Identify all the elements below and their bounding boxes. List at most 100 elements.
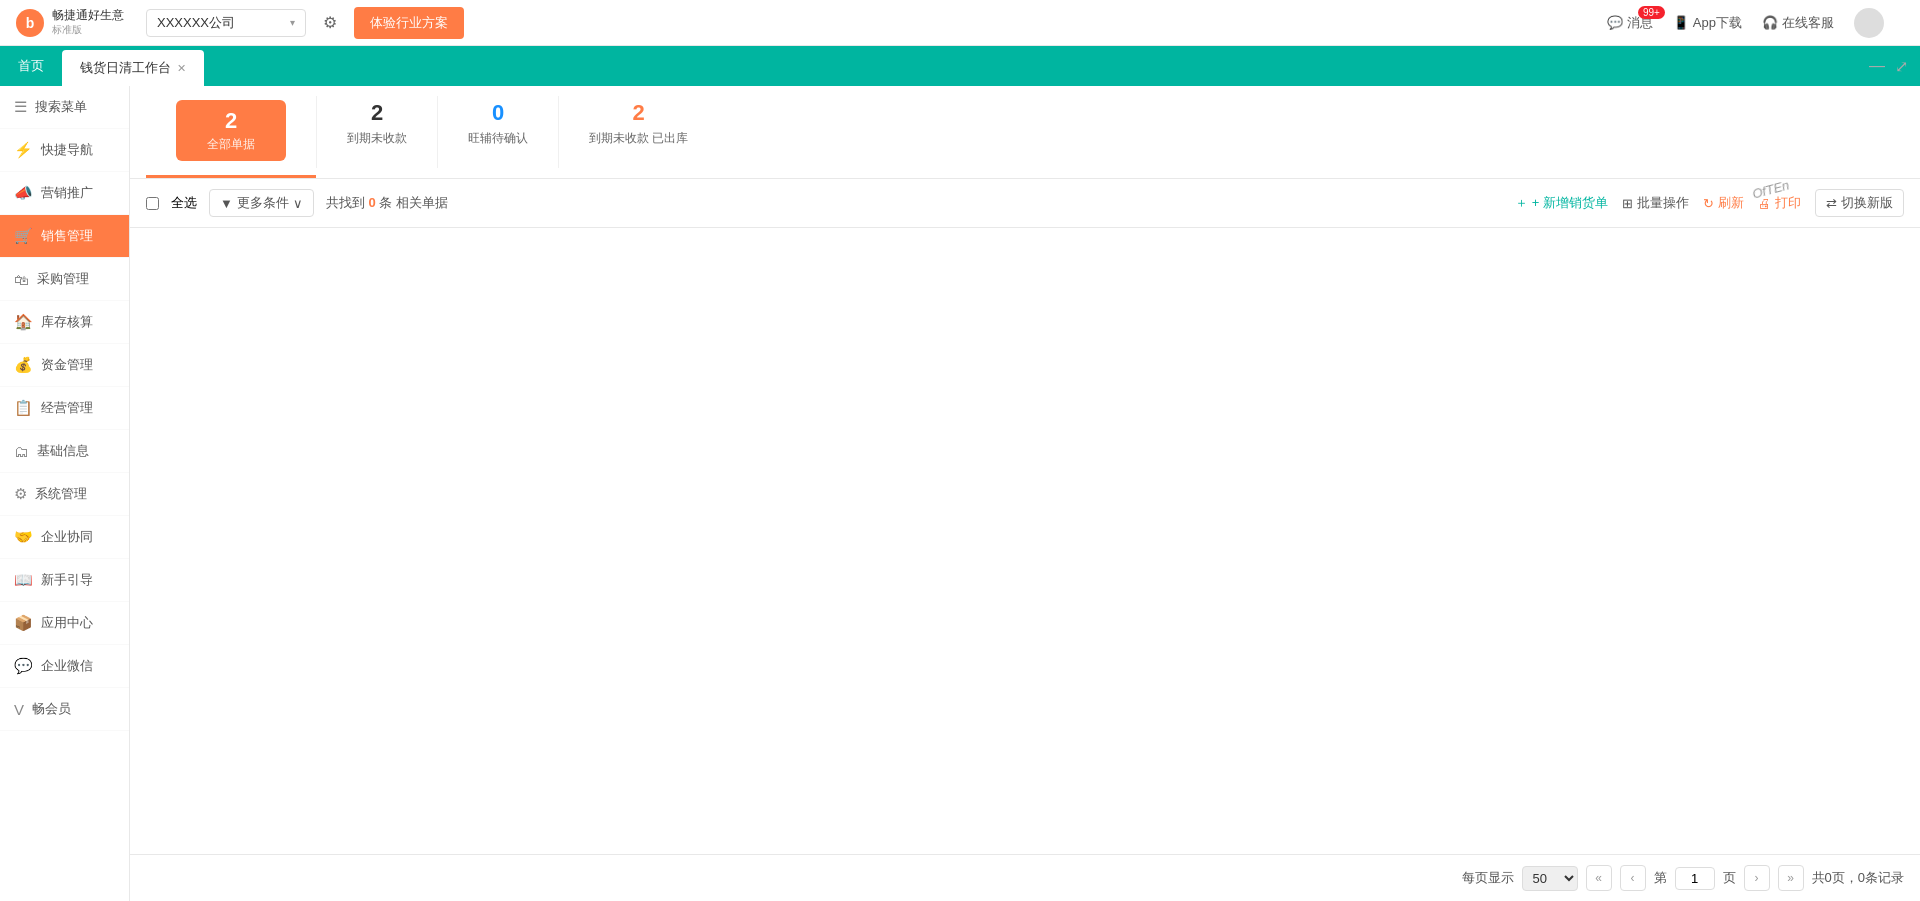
message-item[interactable]: 💬 消息 99+: [1607, 14, 1653, 32]
main-layout: ☰ 搜索菜单 ⚡ 快捷导航 📣 营销推广 🛒 销售管理 🛍 采购管理 🏠 库存核…: [0, 86, 1920, 901]
workspace-tab-label: 钱货日清工作台: [80, 59, 171, 77]
page-number-input[interactable]: [1675, 867, 1715, 890]
online-service-item[interactable]: 🎧 在线客服: [1762, 14, 1834, 32]
sidebar-guide-label: 新手引导: [41, 571, 93, 589]
company-selector[interactable]: XXXXXX公司 ▾: [146, 9, 306, 37]
stat-wangpu-num: 0: [492, 100, 504, 126]
page-last-button[interactable]: »: [1778, 865, 1804, 891]
batch-icon: ⊞: [1622, 196, 1633, 211]
refresh-button[interactable]: ↻ 刷新: [1703, 194, 1744, 212]
stat-overdue-shipped[interactable]: 2 到期未收款 已出库: [559, 86, 718, 178]
refresh-label: 刷新: [1718, 194, 1744, 212]
found-prefix: 共找到: [326, 195, 365, 210]
trial-button[interactable]: 体验行业方案: [354, 7, 464, 39]
filter-label: 更多条件: [237, 194, 289, 212]
app-download-label: App下载: [1693, 14, 1742, 32]
print-label: 打印: [1775, 194, 1801, 212]
found-count: 0: [369, 195, 376, 210]
toolbar: 全选 ▼ 更多条件 ∨ 共找到 0 条 相关单据 ＋ + 新增销货单 ⊞ 批量操…: [130, 179, 1920, 228]
sidebar-basic-info-label: 基础信息: [37, 442, 89, 460]
company-name: XXXXXX公司: [157, 14, 235, 32]
gear-icon: ⚙: [323, 13, 337, 32]
sidebar: ☰ 搜索菜单 ⚡ 快捷导航 📣 营销推广 🛒 销售管理 🛍 采购管理 🏠 库存核…: [0, 86, 130, 901]
sidebar-inventory-label: 库存核算: [41, 313, 93, 331]
stat-all-label: 全部单据: [207, 136, 255, 153]
stat-all-orders[interactable]: 2 全部单据: [146, 86, 316, 178]
add-order-button[interactable]: ＋ + 新增销货单: [1515, 194, 1608, 212]
page-label: 第: [1654, 869, 1667, 887]
per-page-select[interactable]: 50 100 200: [1522, 866, 1578, 891]
select-all-label: 全选: [171, 194, 197, 212]
sales-icon: 🛒: [14, 227, 33, 245]
sidebar-item-wechat[interactable]: 💬 企业微信: [0, 645, 129, 688]
tab-close-icon[interactable]: ✕: [177, 62, 186, 75]
add-label: + 新增销货单: [1532, 194, 1608, 212]
add-icon: ＋: [1515, 194, 1528, 212]
found-text: 共找到 0 条 相关单据: [326, 194, 448, 212]
toolbar-right: ＋ + 新增销货单 ⊞ 批量操作 ↻ 刷新 🖨 打印 ⇄ 切换新版: [1515, 189, 1904, 217]
app-version: 标准版: [52, 23, 124, 37]
sidebar-member-label: 畅会员: [32, 700, 71, 718]
filter-button[interactable]: ▼ 更多条件 ∨: [209, 189, 314, 217]
top-bar: b 畅捷通好生意 标准版 XXXXXX公司 ▾ ⚙ 体验行业方案 💬 消息 99…: [0, 0, 1920, 46]
app-logo-icon: b: [16, 9, 44, 37]
sidebar-shortcut-label: 快捷导航: [41, 141, 93, 159]
window-maximize-icon[interactable]: ⤢: [1895, 57, 1908, 76]
stat-overdue-num: 2: [371, 100, 383, 126]
shortcut-icon: ⚡: [14, 141, 33, 159]
batch-button[interactable]: ⊞ 批量操作: [1622, 194, 1689, 212]
tab-workspace[interactable]: 钱货日清工作台 ✕: [62, 50, 204, 86]
sidebar-operations-label: 经营管理: [41, 399, 93, 417]
sidebar-item-system[interactable]: ⚙ 系统管理: [0, 473, 129, 516]
sidebar-purchase-label: 采购管理: [37, 270, 89, 288]
sidebar-item-marketing[interactable]: 📣 营销推广: [0, 172, 129, 215]
service-icon: 🎧: [1762, 15, 1778, 30]
found-suffix: 条 相关单据: [379, 195, 448, 210]
stat-overdue-uncollected[interactable]: 2 到期未收款: [317, 86, 437, 178]
sidebar-item-member[interactable]: V 畅会员: [0, 688, 129, 731]
operations-icon: 📋: [14, 399, 33, 417]
purchase-icon: 🛍: [14, 271, 29, 288]
window-minimize-icon[interactable]: —: [1869, 57, 1885, 75]
page-next-button[interactable]: ›: [1744, 865, 1770, 891]
page-prev-button[interactable]: ‹: [1620, 865, 1646, 891]
settings-button[interactable]: ⚙: [314, 7, 346, 39]
tab-home[interactable]: 首页: [0, 46, 62, 86]
top-right-area: 💬 消息 99+ 📱 App下载 🎧 在线客服: [1607, 8, 1904, 38]
wechat-icon: 💬: [14, 657, 33, 675]
online-service-label: 在线客服: [1782, 14, 1834, 32]
switch-version-button[interactable]: ⇄ 切换新版: [1815, 189, 1904, 217]
stat-wangpu-pending[interactable]: 0 旺辅待确认: [438, 86, 558, 178]
sidebar-item-guide[interactable]: 📖 新手引导: [0, 559, 129, 602]
pagination-bar: 每页显示 50 100 200 « ‹ 第 页 › » 共0页，0条记录: [130, 854, 1920, 901]
page-unit: 页: [1723, 869, 1736, 887]
stat-all-num: 2: [225, 108, 237, 134]
sidebar-item-cooperation[interactable]: 🤝 企业协同: [0, 516, 129, 559]
inventory-icon: 🏠: [14, 313, 33, 331]
sidebar-item-basic-info[interactable]: 🗂 基础信息: [0, 430, 129, 473]
sidebar-item-finance[interactable]: 💰 资金管理: [0, 344, 129, 387]
app-download-item[interactable]: 📱 App下载: [1673, 14, 1742, 32]
page-first-button[interactable]: «: [1586, 865, 1612, 891]
sidebar-cooperation-label: 企业协同: [41, 528, 93, 546]
sidebar-item-sales[interactable]: 🛒 销售管理: [0, 215, 129, 258]
sidebar-item-search[interactable]: ☰ 搜索菜单: [0, 86, 129, 129]
system-icon: ⚙: [14, 485, 27, 503]
sidebar-system-label: 系统管理: [35, 485, 87, 503]
filter-chevron-icon: ∨: [293, 196, 303, 211]
sidebar-apps-label: 应用中心: [41, 614, 93, 632]
sidebar-item-apps[interactable]: 📦 应用中心: [0, 602, 129, 645]
search-icon: ☰: [14, 98, 27, 116]
avatar[interactable]: [1854, 8, 1884, 38]
sidebar-item-inventory[interactable]: 🏠 库存核算: [0, 301, 129, 344]
sidebar-item-shortcut[interactable]: ⚡ 快捷导航: [0, 129, 129, 172]
batch-label: 批量操作: [1637, 194, 1689, 212]
sidebar-finance-label: 资金管理: [41, 356, 93, 374]
sidebar-search-label: 搜索菜单: [35, 98, 87, 116]
sidebar-item-operations[interactable]: 📋 经营管理: [0, 387, 129, 430]
select-all-checkbox[interactable]: [146, 197, 159, 210]
chevron-down-icon: ▾: [290, 17, 295, 28]
sidebar-item-purchase[interactable]: 🛍 采购管理: [0, 258, 129, 301]
filter-icon: ▼: [220, 196, 233, 211]
sidebar-wechat-label: 企业微信: [41, 657, 93, 675]
